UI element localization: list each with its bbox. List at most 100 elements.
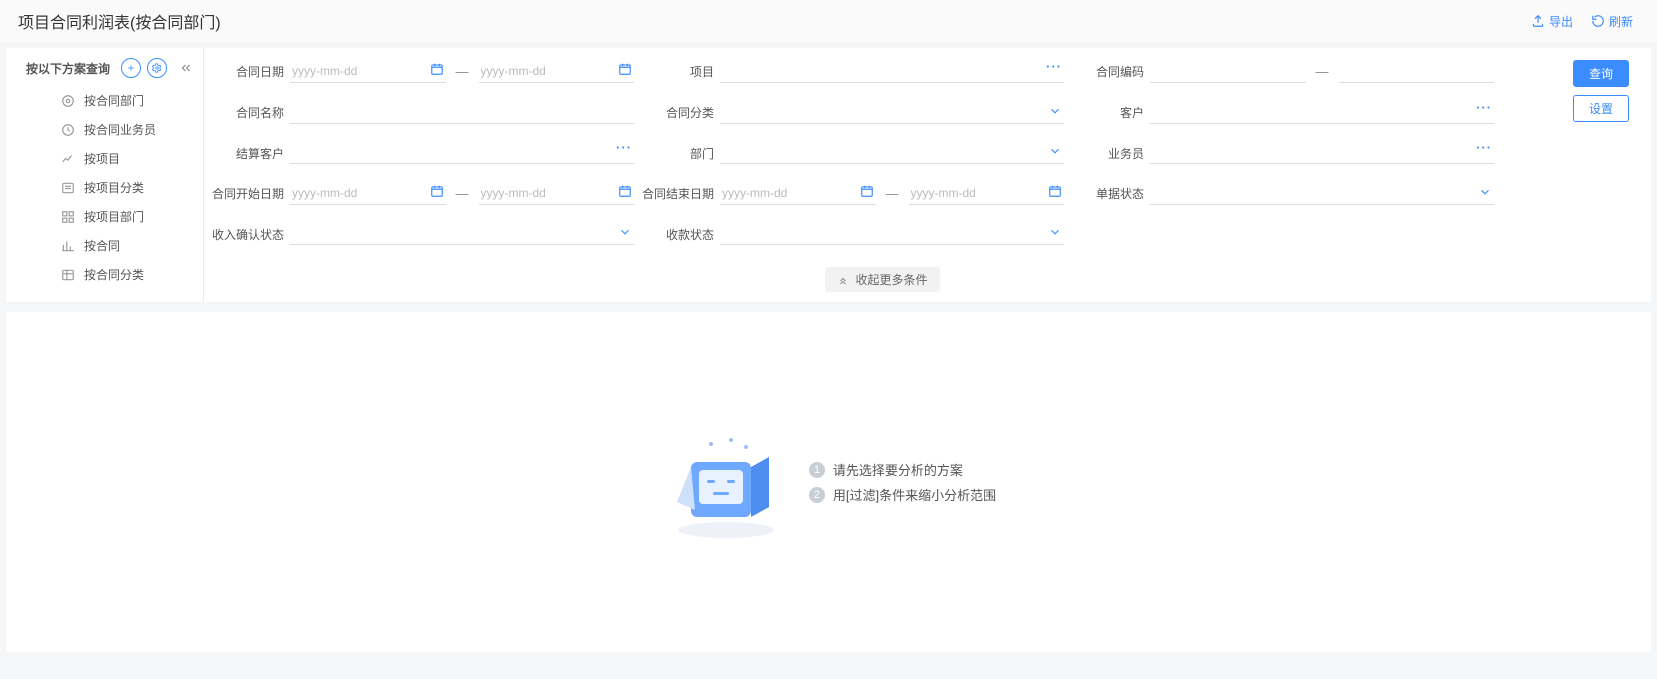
collapse-label: 收起更多条件 xyxy=(855,271,927,288)
field-contract-date: 合同日期 — xyxy=(204,60,634,83)
scheme-item-contract-sales[interactable]: 按合同业务员 xyxy=(6,115,203,144)
field-label: 部门 xyxy=(634,145,714,162)
contract-start-to[interactable] xyxy=(479,182,635,205)
sidebar-collapse-button[interactable] xyxy=(177,59,195,77)
empty-guide-list: 1 请先选择要分析的方案 2 用[过滤]条件来缩小分析范围 xyxy=(809,454,996,510)
calendar-icon[interactable] xyxy=(1048,184,1062,201)
calendar-icon[interactable] xyxy=(430,62,444,79)
calendar-icon[interactable] xyxy=(860,184,874,201)
field-department: 部门 xyxy=(634,142,1064,164)
revenue-confirm-status-select[interactable] xyxy=(290,223,634,245)
collapse-bar: 收起更多条件 xyxy=(204,263,1561,302)
field-receipt-status: 收款状态 xyxy=(634,223,1064,245)
scheme-item-label: 按项目 xyxy=(84,150,120,167)
date-separator: — xyxy=(446,64,479,79)
filter-panel: 按以下方案查询 按合同部门 按合同业务员 按项目 按项目分类 xyxy=(6,48,1651,302)
date-input[interactable] xyxy=(720,182,876,204)
filter-row: 合同日期 — 项目 ··· xyxy=(204,60,1561,83)
field-label: 合同开始日期 xyxy=(204,185,284,202)
filter-row: 合同名称 合同分类 客户 ··· xyxy=(204,101,1561,124)
date-separator: — xyxy=(876,186,909,201)
field-label: 单据状态 xyxy=(1064,185,1144,202)
ellipsis-icon[interactable]: ··· xyxy=(616,140,632,155)
date-input[interactable] xyxy=(479,60,635,82)
date-input[interactable] xyxy=(290,182,446,204)
contract-date-from[interactable] xyxy=(290,60,446,83)
page-header: 项目合同利润表(按合同部门) 导出 刷新 xyxy=(0,0,1657,42)
calendar-icon[interactable] xyxy=(618,184,632,201)
calendar-icon[interactable] xyxy=(430,184,444,201)
scheme-sidebar-head: 按以下方案查询 xyxy=(6,58,203,86)
code-separator: — xyxy=(1306,64,1339,79)
ellipsis-icon[interactable]: ··· xyxy=(1046,59,1062,74)
chevron-down-icon[interactable] xyxy=(1048,225,1062,242)
scheme-item-contract-category[interactable]: 按合同分类 xyxy=(6,260,203,289)
ellipsis-icon[interactable]: ··· xyxy=(1476,100,1492,115)
dept-icon xyxy=(60,93,76,109)
contract-code-to[interactable] xyxy=(1339,61,1495,83)
scheme-add-button[interactable] xyxy=(121,58,141,78)
contract-category-select[interactable] xyxy=(720,102,1064,124)
field-contract-code: 合同编码 — xyxy=(1064,60,1494,83)
ellipsis-icon[interactable]: ··· xyxy=(1476,140,1492,155)
field-label: 合同结束日期 xyxy=(634,185,714,202)
project-picker[interactable]: ··· xyxy=(720,61,1064,83)
guide-text: 请先选择要分析的方案 xyxy=(833,460,963,479)
plus-icon xyxy=(126,63,136,73)
contract-code-from[interactable] xyxy=(1150,61,1306,83)
date-input[interactable] xyxy=(909,182,1065,204)
query-button[interactable]: 查询 xyxy=(1573,60,1629,87)
field-project: 项目 ··· xyxy=(634,60,1064,83)
settlement-customer-picker[interactable]: ··· xyxy=(290,142,634,164)
salesperson-picker[interactable]: ··· xyxy=(1150,142,1494,164)
export-button[interactable]: 导出 xyxy=(1531,13,1573,30)
settings-button[interactable]: 设置 xyxy=(1573,95,1629,122)
bill-status-select[interactable] xyxy=(1150,183,1494,205)
chevron-down-icon[interactable] xyxy=(1048,104,1062,121)
field-label: 合同分类 xyxy=(634,104,714,121)
contract-end-from[interactable] xyxy=(720,182,876,205)
calendar-icon[interactable] xyxy=(618,62,632,79)
contract-name-input[interactable] xyxy=(290,101,634,124)
collapse-conditions-button[interactable]: 收起更多条件 xyxy=(825,267,939,292)
field-label: 收款状态 xyxy=(634,226,714,243)
chevrons-up-icon xyxy=(837,274,849,286)
scheme-item-label: 按合同 xyxy=(84,237,120,254)
receipt-status-select[interactable] xyxy=(720,223,1064,245)
chevron-down-icon[interactable] xyxy=(1478,185,1492,202)
chevron-down-icon[interactable] xyxy=(1048,144,1062,161)
scheme-item-label: 按项目部门 xyxy=(84,208,144,225)
scheme-item-label: 按合同分类 xyxy=(84,266,144,283)
scheme-item-contract-dept[interactable]: 按合同部门 xyxy=(6,86,203,115)
scheme-item-project[interactable]: 按项目 xyxy=(6,144,203,173)
chevron-down-icon[interactable] xyxy=(618,225,632,242)
field-empty xyxy=(1064,223,1494,245)
table-icon xyxy=(60,267,76,283)
customer-picker[interactable]: ··· xyxy=(1150,102,1494,124)
field-contract-start-date: 合同开始日期 — xyxy=(204,182,634,205)
field-settlement-customer: 结算客户 ··· xyxy=(204,142,634,164)
page-title: 项目合同利润表(按合同部门) xyxy=(18,9,221,33)
scheme-item-project-dept[interactable]: 按项目部门 xyxy=(6,202,203,231)
guide-step-1: 1 请先选择要分析的方案 xyxy=(809,460,996,479)
contract-date-to[interactable] xyxy=(479,60,635,83)
department-select[interactable] xyxy=(720,142,1064,164)
field-customer: 客户 ··· xyxy=(1064,101,1494,124)
field-contract-category: 合同分类 xyxy=(634,101,1064,124)
field-label: 业务员 xyxy=(1064,145,1144,162)
scheme-item-contract[interactable]: 按合同 xyxy=(6,231,203,260)
export-icon xyxy=(1531,14,1545,28)
date-input[interactable] xyxy=(479,182,635,204)
contract-start-from[interactable] xyxy=(290,182,446,205)
refresh-button[interactable]: 刷新 xyxy=(1591,13,1633,30)
guide-step-2: 2 用[过滤]条件来缩小分析范围 xyxy=(809,485,996,504)
empty-illustration xyxy=(661,422,791,542)
refresh-label: 刷新 xyxy=(1609,13,1633,30)
filter-row: 收入确认状态 收款状态 xyxy=(204,223,1561,245)
scheme-item-project-category[interactable]: 按项目分类 xyxy=(6,173,203,202)
contract-end-to[interactable] xyxy=(909,182,1065,205)
field-bill-status: 单据状态 xyxy=(1064,182,1494,205)
scheme-settings-button[interactable] xyxy=(147,58,167,78)
field-contract-end-date: 合同结束日期 — xyxy=(634,182,1064,205)
date-input[interactable] xyxy=(290,60,446,82)
